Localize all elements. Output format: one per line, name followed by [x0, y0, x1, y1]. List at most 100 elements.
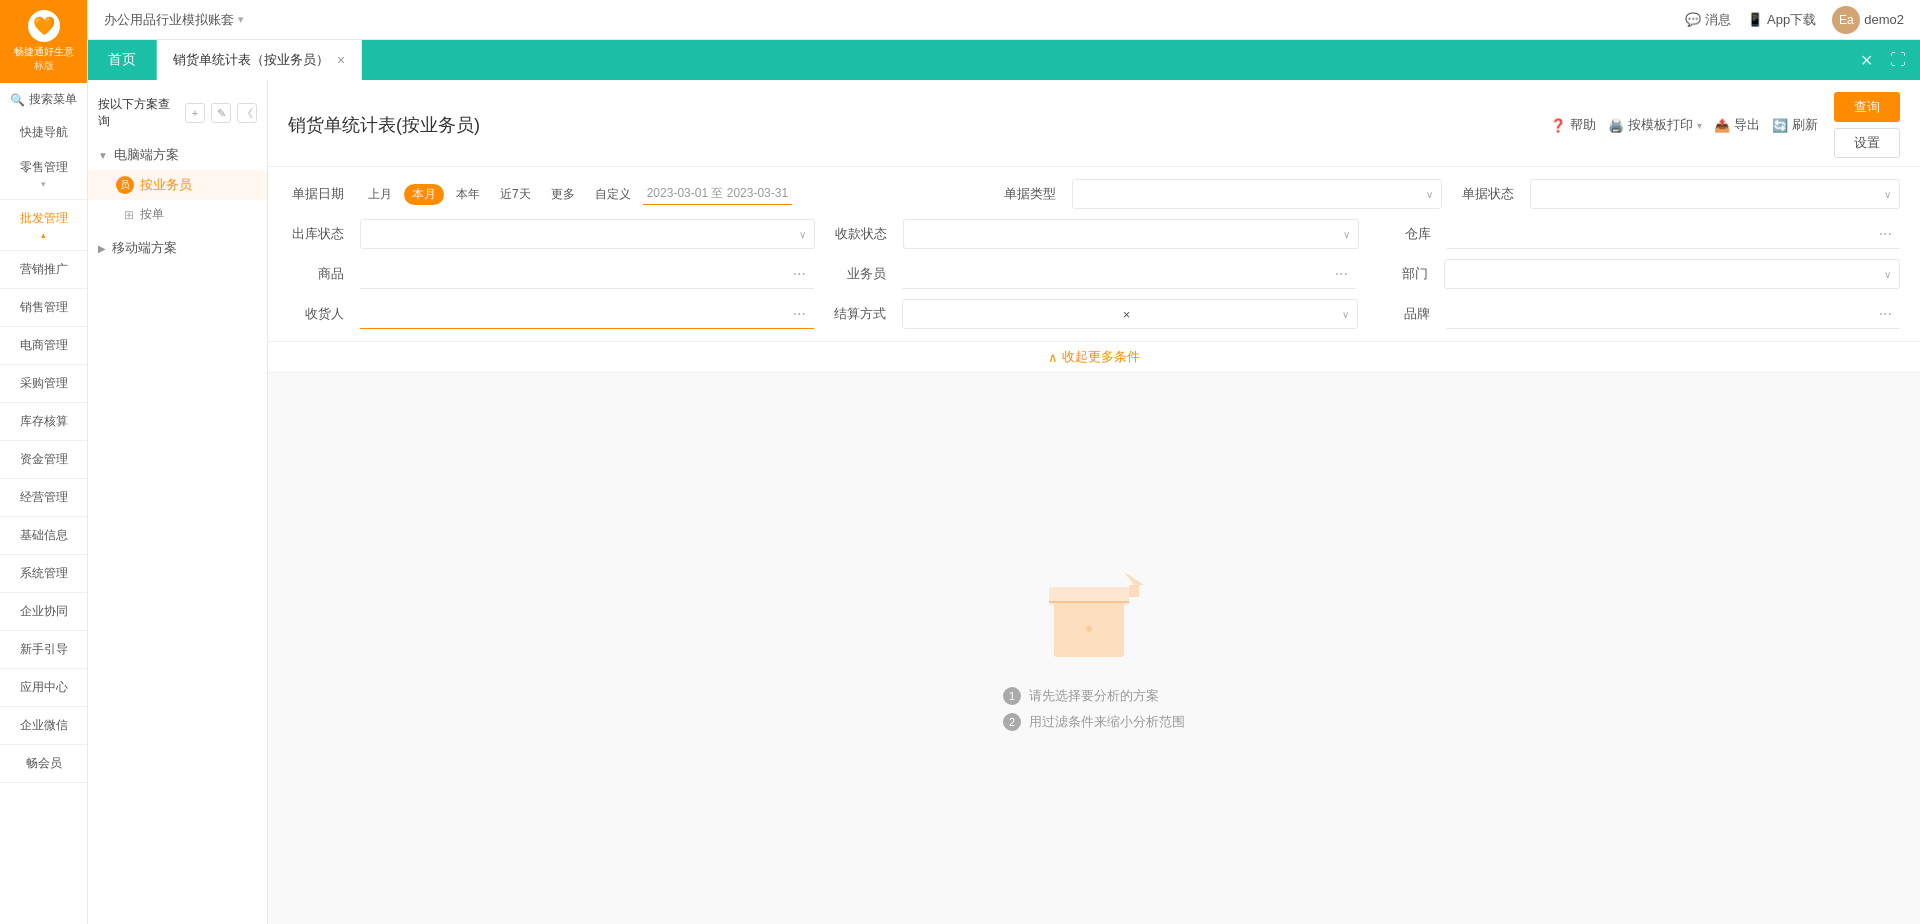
- consignee-dots[interactable]: ···: [793, 305, 806, 323]
- payment-method-select[interactable]: × ∨: [902, 299, 1358, 329]
- search-menu-label: 搜索菜单: [29, 91, 77, 108]
- messages-button[interactable]: 💬 消息: [1685, 11, 1731, 29]
- empty-tip-2: 2 用过滤条件来缩小分析范围: [1003, 713, 1185, 731]
- brand-dots[interactable]: ···: [1879, 305, 1892, 323]
- filter-row-4: 收货人 ··· 结算方式 × ∨ 品牌 ···: [288, 299, 1900, 329]
- export-label: 导出: [1734, 116, 1760, 134]
- sidebar-item-sales[interactable]: 销售管理: [0, 289, 87, 327]
- sidebar-item-enterprise[interactable]: 企业协同: [0, 593, 87, 631]
- collapse-button[interactable]: ∧ 收起更多条件: [268, 342, 1920, 372]
- sub-plan-item[interactable]: ⊞ 按单: [88, 200, 267, 229]
- quick-nav-item[interactable]: 快捷导航: [0, 116, 87, 149]
- tab-close-button[interactable]: ×: [337, 52, 345, 68]
- date-range[interactable]: 2023-03-01 至 2023-03-31: [643, 183, 792, 205]
- app-subtitle: 标版: [34, 59, 54, 73]
- sidebar-item-operations[interactable]: 经营管理: [0, 479, 87, 517]
- payment-status-arrow: ∨: [1343, 229, 1350, 240]
- user-name: demo2: [1864, 12, 1904, 27]
- out-status-select[interactable]: ∨: [360, 219, 815, 249]
- message-icon: 💬: [1685, 12, 1701, 27]
- system-label: 系统管理: [20, 565, 68, 582]
- empty-tips: 1 请先选择要分析的方案 2 用过滤条件来缩小分析范围: [1003, 687, 1185, 731]
- page-content: 按以下方案查询 + ✎ 《 ▼ 电脑端方案: [88, 80, 1920, 924]
- date-tab-7days[interactable]: 近7天: [492, 184, 539, 205]
- tab-home[interactable]: 首页: [88, 40, 157, 80]
- out-status-arrow: ∨: [799, 229, 806, 240]
- salesperson-input[interactable]: ···: [902, 259, 1356, 289]
- brand-input[interactable]: ···: [1446, 299, 1900, 329]
- sidebar-item-finance[interactable]: 资金管理: [0, 441, 87, 479]
- window-maximize-button[interactable]: ⛶: [1886, 48, 1910, 72]
- active-plan-item[interactable]: 员 按业务员: [88, 170, 267, 200]
- payment-status-label: 收款状态: [831, 225, 887, 243]
- date-tab-custom[interactable]: 自定义: [587, 184, 639, 205]
- date-tab-more[interactable]: 更多: [543, 184, 583, 205]
- export-button[interactable]: 📤 导出: [1714, 116, 1760, 134]
- sidebar-item-wechat[interactable]: 企业微信: [0, 707, 87, 745]
- mobile-group-title[interactable]: ▶ 移动端方案: [88, 233, 267, 263]
- help-button[interactable]: ❓ 帮助: [1550, 116, 1596, 134]
- empty-illustration: [1034, 567, 1154, 667]
- refresh-icon: 🔄: [1772, 118, 1788, 133]
- doc-type-select[interactable]: ∨: [1072, 179, 1442, 209]
- filter-row-1: 单据日期 上月 本月 本年 近7天 更多 自定义 2023-03-01 至 20…: [288, 179, 1900, 209]
- tip-num-1: 1: [1003, 687, 1021, 705]
- sidebar-item-basic-info[interactable]: 基础信息: [0, 517, 87, 555]
- consignee-input[interactable]: ···: [360, 299, 814, 329]
- app-selector[interactable]: 办公用品行业模拟账套 ▾: [104, 11, 244, 29]
- edit-plan-button[interactable]: ✎: [211, 103, 231, 123]
- settings-button[interactable]: 设置: [1834, 128, 1900, 158]
- query-button[interactable]: 查询: [1834, 92, 1900, 122]
- sub-plan-label: 按单: [140, 206, 164, 223]
- retail-label: 零售管理: [20, 159, 68, 176]
- enterprise-label: 企业协同: [20, 603, 68, 620]
- warehouse-dots[interactable]: ···: [1879, 225, 1892, 243]
- salesperson-dots[interactable]: ···: [1335, 265, 1348, 283]
- user-menu[interactable]: Ea demo2: [1832, 6, 1904, 34]
- refresh-button[interactable]: 🔄 刷新: [1772, 116, 1818, 134]
- goods-dots[interactable]: ···: [793, 265, 806, 283]
- search-icon: 🔍: [10, 93, 25, 107]
- messages-label: 消息: [1705, 11, 1731, 29]
- sidebar-item-marketing[interactable]: 营销推广: [0, 251, 87, 289]
- template-print-button[interactable]: 🖨️ 按模板打印 ▾: [1608, 116, 1702, 134]
- active-plan-label: 按业务员: [140, 176, 192, 194]
- sidebar-item-retail[interactable]: 零售管理 ▾: [0, 149, 87, 200]
- collapse-label: 收起更多条件: [1062, 348, 1140, 366]
- window-close-button[interactable]: ✕: [1854, 48, 1878, 72]
- sidebar-item-purchase[interactable]: 采购管理: [0, 365, 87, 403]
- tip-text-1: 请先选择要分析的方案: [1029, 687, 1159, 705]
- search-menu-item[interactable]: 🔍 搜索菜单: [0, 83, 87, 116]
- date-tab-this-year[interactable]: 本年: [448, 184, 488, 205]
- doc-status-select[interactable]: ∨: [1530, 179, 1900, 209]
- sidebar-item-app-center[interactable]: 应用中心: [0, 669, 87, 707]
- pc-group-arrow: ▼: [98, 150, 108, 161]
- sidebar-item-guide[interactable]: 新手引导: [0, 631, 87, 669]
- template-print-label: 按模板打印: [1628, 116, 1693, 134]
- sidebar-item-wholesale[interactable]: 批发管理 ▴: [0, 200, 87, 251]
- warehouse-input[interactable]: ···: [1447, 219, 1900, 249]
- left-panel-actions: + ✎ 《: [185, 103, 257, 123]
- payment-method-clear[interactable]: ×: [1123, 307, 1131, 322]
- sidebar-item-system[interactable]: 系统管理: [0, 555, 87, 593]
- collapse-panel-button[interactable]: 《: [237, 103, 257, 123]
- date-tab-this-month[interactable]: 本月: [404, 184, 444, 205]
- tab-sales-stats[interactable]: 销货单统计表（按业务员） ×: [157, 40, 362, 80]
- empty-state: 1 请先选择要分析的方案 2 用过滤条件来缩小分析范围: [268, 373, 1920, 924]
- app-download-button[interactable]: 📱 App下载: [1747, 11, 1816, 29]
- page-title: 销货单统计表(按业务员): [288, 113, 480, 137]
- date-tab-last-month[interactable]: 上月: [360, 184, 400, 205]
- sidebar-item-member[interactable]: 畅会员: [0, 745, 87, 783]
- app-download-label: App下载: [1767, 11, 1816, 29]
- refresh-label: 刷新: [1792, 116, 1818, 134]
- tab-home-label: 首页: [108, 51, 136, 69]
- department-select[interactable]: ∨: [1444, 259, 1900, 289]
- sidebar-item-ecommerce[interactable]: 电商管理: [0, 327, 87, 365]
- add-plan-button[interactable]: +: [185, 103, 205, 123]
- payment-status-select[interactable]: ∨: [903, 219, 1358, 249]
- goods-input[interactable]: ···: [360, 259, 814, 289]
- avatar: Ea: [1832, 6, 1860, 34]
- app-logo: 🧡 畅捷通好生意 标版: [0, 0, 87, 83]
- sidebar-item-inventory[interactable]: 库存核算: [0, 403, 87, 441]
- pc-group-title[interactable]: ▼ 电脑端方案: [88, 140, 267, 170]
